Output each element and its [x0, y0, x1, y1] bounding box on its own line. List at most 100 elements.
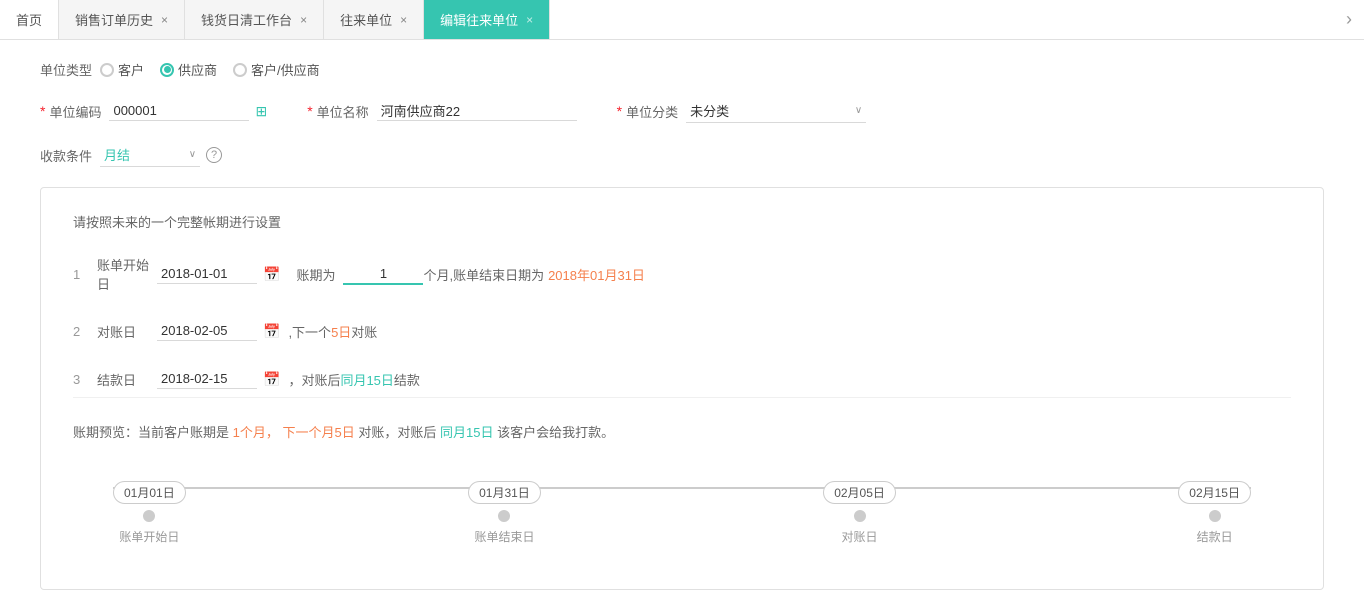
- preview-section: 账期预览：当前客户账期是 1个月， 下一个月5日 对账，对账后 同月15日 该客…: [73, 406, 1291, 457]
- setting-row-2: 2 对账日 📅 ,下一个 5日 对账: [73, 321, 1291, 341]
- payment-suffix-pre: ，对账后: [288, 370, 340, 389]
- unit-category-group: * 单位分类 未分类 ∨: [617, 99, 866, 123]
- unit-category-required-star: *: [617, 103, 622, 119]
- tab-sales-order[interactable]: 销售订单历史 ×: [59, 0, 185, 39]
- radio-supplier-circle: [160, 63, 174, 77]
- period-input[interactable]: [343, 264, 423, 285]
- tab-expand-button[interactable]: ›: [1334, 0, 1364, 39]
- main-content: 单位类型 客户 供应商 客户/供应商 * 单位编码 ⊞ * 单位名称: [0, 40, 1364, 610]
- preview-label: 账期预览：当前客户账期是: [73, 425, 229, 440]
- tab-sales-order-label: 销售订单历史: [75, 10, 153, 29]
- setting-num-1: 1: [73, 267, 97, 282]
- tab-partner[interactable]: 往来单位 ×: [324, 0, 424, 39]
- tab-home-label: 首页: [16, 10, 42, 29]
- period-end-date: 2018年01月31日: [548, 265, 645, 284]
- timeline-label-2: 对账日: [842, 528, 878, 545]
- payment-suffix-highlight: 同月15日: [340, 370, 393, 389]
- start-date-input[interactable]: [157, 264, 257, 284]
- setting-row-3: 3 结款日 📅 ，对账后 同月15日 结款: [73, 369, 1291, 389]
- payment-label: 收款条件: [40, 146, 92, 165]
- tab-partner-label: 往来单位: [340, 10, 392, 29]
- timeline-node-0: 01月01日 账单开始日: [113, 481, 186, 545]
- unit-type-label: 单位类型: [40, 60, 92, 79]
- payment-select[interactable]: 月结 ∨: [100, 143, 200, 167]
- radio-customer-supplier-circle: [233, 63, 247, 77]
- radio-customer-supplier[interactable]: 客户/供应商: [233, 60, 320, 79]
- tab-edit-partner[interactable]: 编辑往来单位 ×: [424, 0, 550, 39]
- timeline-circle-2: [854, 510, 866, 522]
- setting-label-3: 结款日: [97, 370, 157, 389]
- settings-box: 请按照未来的一个完整帐期进行设置 1 账单开始日 📅 账期为 个月,账单结束日期…: [40, 187, 1324, 590]
- timeline-badge-3: 02月15日: [1178, 481, 1251, 504]
- timeline-section: 01月01日 账单开始日 01月31日 账单结束日 02月05日 对账日 02月…: [73, 473, 1291, 565]
- unit-name-label: 单位名称: [317, 102, 369, 121]
- unit-type-row: 单位类型 客户 供应商 客户/供应商: [40, 60, 1324, 79]
- timeline-circle-0: [143, 510, 155, 522]
- radio-customer-supplier-label: 客户/供应商: [251, 60, 320, 79]
- tab-edit-partner-label: 编辑往来单位: [440, 10, 518, 29]
- timeline-badge-0: 01月01日: [113, 481, 186, 504]
- timeline-circle-3: [1209, 510, 1221, 522]
- unit-code-copy-icon[interactable]: ⊞: [255, 103, 267, 120]
- unit-name-group: * 单位名称: [307, 101, 576, 121]
- timeline-badge-2: 02月05日: [823, 481, 896, 504]
- unit-code-input[interactable]: [109, 101, 249, 121]
- unit-code-required-star: *: [40, 103, 45, 119]
- unit-name-required-star: *: [307, 103, 312, 119]
- preview-part3: 同月15日: [440, 425, 493, 440]
- preview-part1: 1个月，: [233, 425, 279, 440]
- start-date-calendar-icon[interactable]: 📅: [263, 266, 280, 283]
- unit-category-label: 单位分类: [626, 102, 678, 121]
- timeline-node-1: 01月31日 账单结束日: [468, 481, 541, 545]
- payment-date-calendar-icon[interactable]: 📅: [263, 371, 280, 388]
- radio-supplier[interactable]: 供应商: [160, 60, 217, 79]
- setting-row-1: 1 账单开始日 📅 账期为 个月,账单结束日期为 2018年01月31日: [73, 255, 1291, 293]
- payment-chevron-icon: ∨: [189, 149, 196, 160]
- settings-divider: [73, 397, 1291, 398]
- setting-label-2: 对账日: [97, 322, 157, 341]
- timeline-nodes: 01月01日 账单开始日 01月31日 账单结束日 02月05日 对账日 02月…: [73, 481, 1291, 545]
- setting-num-3: 3: [73, 372, 97, 387]
- reconcile-suffix-highlight: 5日: [331, 322, 351, 341]
- tabs-bar: 首页 销售订单历史 × 钱货日清工作台 × 往来单位 × 编辑往来单位 × ›: [0, 0, 1364, 40]
- preview-end: 该客户会给我打款。: [497, 425, 614, 440]
- radio-customer-circle: [100, 63, 114, 77]
- radio-customer-label: 客户: [118, 60, 144, 79]
- timeline-node-2: 02月05日 对账日: [823, 481, 896, 545]
- payment-value: 月结: [104, 145, 185, 164]
- settings-title: 请按照未来的一个完整帐期进行设置: [73, 212, 1291, 231]
- timeline-label-1: 账单结束日: [474, 528, 534, 545]
- radio-customer[interactable]: 客户: [100, 60, 144, 79]
- tab-cash-work[interactable]: 钱货日清工作台 ×: [185, 0, 324, 39]
- reconcile-suffix-post: 对账: [351, 322, 377, 341]
- reconcile-date-input[interactable]: [157, 321, 257, 341]
- payment-row: 收款条件 月结 ∨ ?: [40, 143, 1324, 167]
- tab-cash-work-close[interactable]: ×: [300, 13, 307, 27]
- period-suffix: 个月,账单结束日期为: [423, 265, 544, 284]
- timeline-circle-1: [498, 510, 510, 522]
- unit-info-row: * 单位编码 ⊞ * 单位名称 * 单位分类 未分类 ∨: [40, 99, 1324, 123]
- timeline-badge-1: 01月31日: [468, 481, 541, 504]
- unit-category-chevron-icon: ∨: [855, 105, 862, 116]
- payment-date-input[interactable]: [157, 369, 257, 389]
- unit-category-select[interactable]: 未分类 ∨: [686, 99, 866, 123]
- tab-sales-order-close[interactable]: ×: [161, 13, 168, 27]
- payment-suffix-post: 结款: [394, 370, 420, 389]
- tab-home[interactable]: 首页: [0, 0, 59, 39]
- unit-code-group: * 单位编码 ⊞: [40, 101, 267, 121]
- timeline-node-3: 02月15日 结款日: [1178, 481, 1251, 545]
- timeline-label-0: 账单开始日: [119, 528, 179, 545]
- unit-name-input[interactable]: [377, 101, 577, 121]
- setting-num-2: 2: [73, 324, 97, 339]
- setting-label-1: 账单开始日: [97, 255, 157, 293]
- unit-type-radio-group: 客户 供应商 客户/供应商: [100, 60, 320, 79]
- reconcile-suffix-pre: ,下一个: [288, 322, 331, 341]
- payment-help-icon[interactable]: ?: [206, 147, 222, 163]
- unit-code-label: 单位编码: [49, 102, 101, 121]
- expand-icon: ›: [1346, 9, 1352, 30]
- tab-partner-close[interactable]: ×: [400, 13, 407, 27]
- tab-edit-partner-close[interactable]: ×: [526, 13, 533, 27]
- unit-category-value: 未分类: [690, 101, 851, 120]
- reconcile-date-calendar-icon[interactable]: 📅: [263, 323, 280, 340]
- tab-cash-work-label: 钱货日清工作台: [201, 10, 292, 29]
